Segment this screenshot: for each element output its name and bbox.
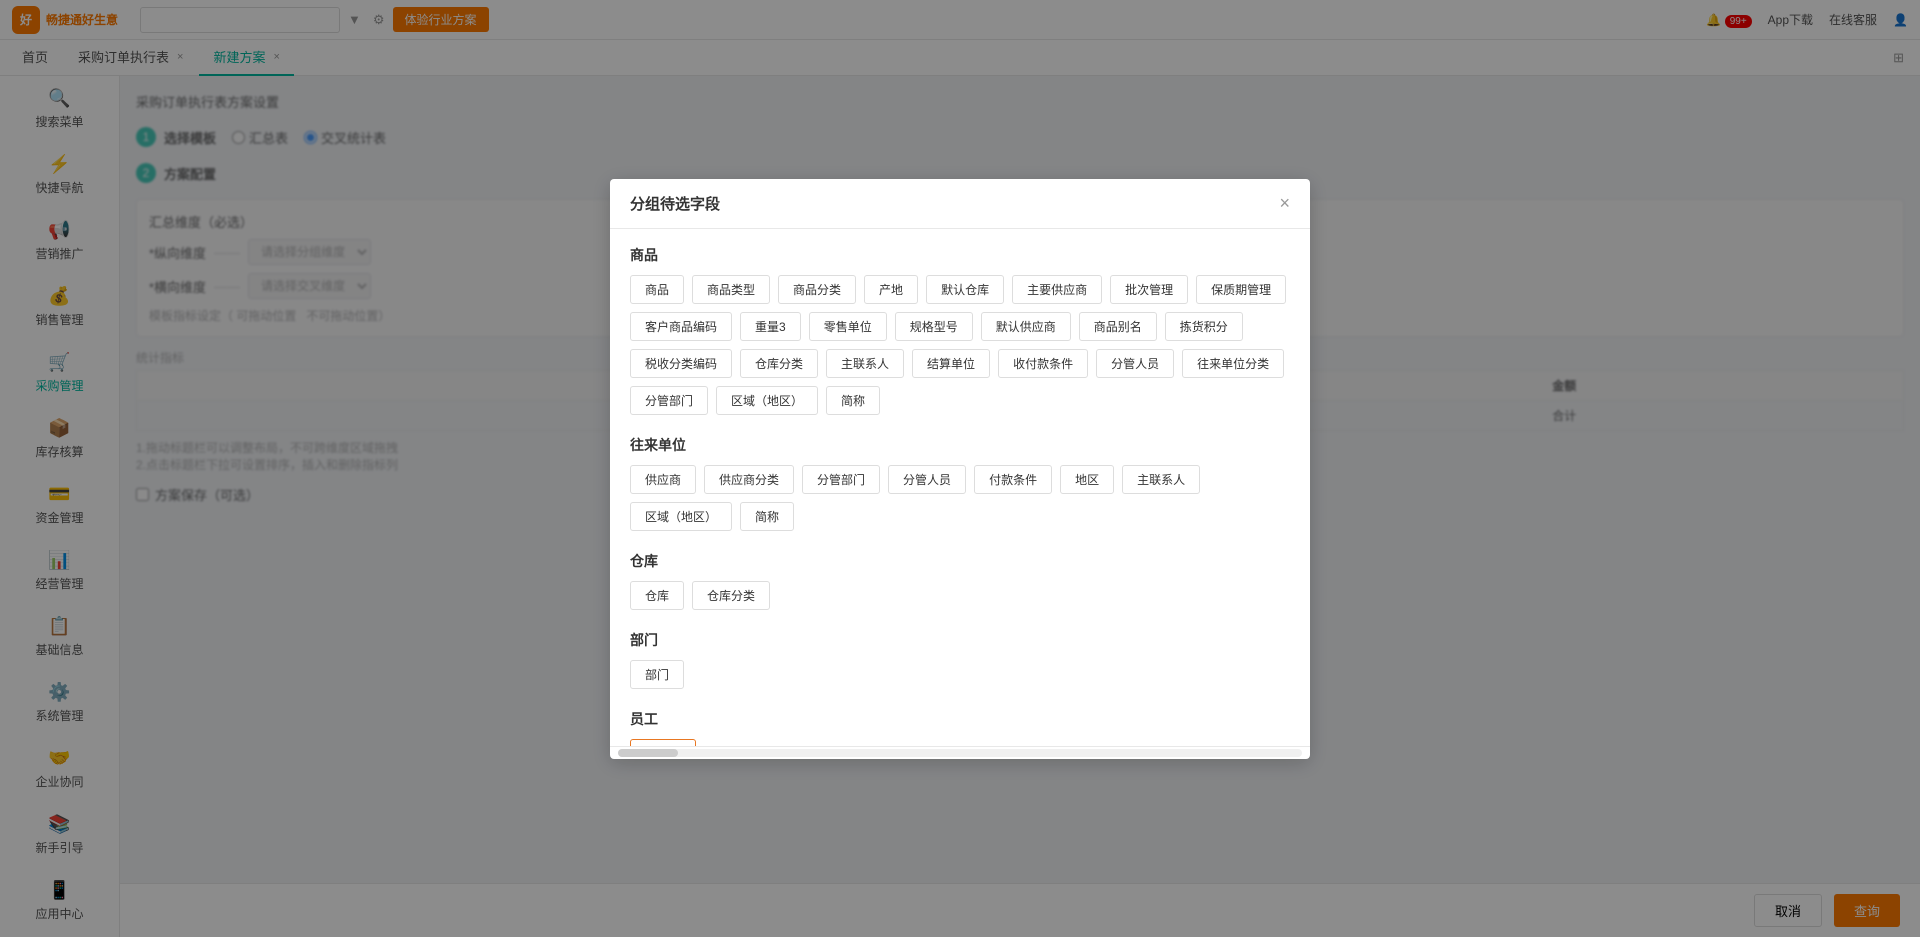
field-tag[interactable]: 付款条件 bbox=[974, 465, 1052, 494]
field-group-department: 部门 部门 bbox=[630, 630, 1290, 689]
field-tag[interactable]: 区域（地区） bbox=[716, 386, 818, 415]
field-tag[interactable]: 客户商品编码 bbox=[630, 312, 732, 341]
field-tags-warehouse: 仓库 仓库分类 bbox=[630, 581, 1290, 610]
field-tag[interactable]: 分管部门 bbox=[802, 465, 880, 494]
field-tag[interactable]: 结算单位 bbox=[912, 349, 990, 378]
field-tag[interactable]: 简称 bbox=[740, 502, 794, 531]
field-tag[interactable]: 产地 bbox=[864, 275, 918, 304]
modal: 分组待选字段 × 商品 商品 商品类型 商品分类 产地 默认仓库 主要供应商 批… bbox=[610, 179, 1310, 759]
field-group-product: 商品 商品 商品类型 商品分类 产地 默认仓库 主要供应商 批次管理 保质期管理… bbox=[630, 245, 1290, 415]
field-tag[interactable]: 业务员 bbox=[630, 739, 696, 747]
modal-header: 分组待选字段 × bbox=[610, 179, 1310, 229]
field-tag[interactable]: 简称 bbox=[826, 386, 880, 415]
field-tag[interactable]: 分管人员 bbox=[1096, 349, 1174, 378]
field-tag[interactable]: 重量3 bbox=[740, 312, 801, 341]
field-group-department-title: 部门 bbox=[630, 630, 1290, 650]
field-group-product-title: 商品 bbox=[630, 245, 1290, 265]
field-tag[interactable]: 零售单位 bbox=[809, 312, 887, 341]
field-group-employee-title: 员工 bbox=[630, 709, 1290, 729]
field-tags-product: 商品 商品类型 商品分类 产地 默认仓库 主要供应商 批次管理 保质期管理 客户… bbox=[630, 275, 1290, 415]
hscroll-thumb bbox=[618, 749, 678, 757]
field-tag[interactable]: 供应商分类 bbox=[704, 465, 794, 494]
field-tags-partner: 供应商 供应商分类 分管部门 分管人员 付款条件 地区 主联系人 区域（地区） … bbox=[630, 465, 1290, 531]
field-tags-department: 部门 bbox=[630, 660, 1290, 689]
field-tag[interactable]: 默认仓库 bbox=[926, 275, 1004, 304]
field-group-employee: 员工 业务员 bbox=[630, 709, 1290, 747]
field-tag[interactable]: 商品分类 bbox=[778, 275, 856, 304]
modal-body: 商品 商品 商品类型 商品分类 产地 默认仓库 主要供应商 批次管理 保质期管理… bbox=[610, 229, 1310, 747]
field-tag[interactable]: 收付款条件 bbox=[998, 349, 1088, 378]
field-tag[interactable]: 批次管理 bbox=[1110, 275, 1188, 304]
field-tag[interactable]: 仓库分类 bbox=[692, 581, 770, 610]
modal-close-btn[interactable]: × bbox=[1279, 194, 1290, 212]
field-tag[interactable]: 主联系人 bbox=[1122, 465, 1200, 494]
field-group-partner-title: 往来单位 bbox=[630, 435, 1290, 455]
field-group-warehouse-title: 仓库 bbox=[630, 551, 1290, 571]
field-tag[interactable]: 税收分类编码 bbox=[630, 349, 732, 378]
field-tag[interactable]: 仓库 bbox=[630, 581, 684, 610]
modal-title: 分组待选字段 bbox=[630, 193, 720, 214]
field-group-partner: 往来单位 供应商 供应商分类 分管部门 分管人员 付款条件 地区 主联系人 区域… bbox=[630, 435, 1290, 531]
modal-overlay: 分组待选字段 × 商品 商品 商品类型 商品分类 产地 默认仓库 主要供应商 批… bbox=[0, 0, 1920, 937]
field-tag[interactable]: 分管部门 bbox=[630, 386, 708, 415]
field-tag[interactable]: 默认供应商 bbox=[981, 312, 1071, 341]
hscroll-bar bbox=[618, 749, 1302, 757]
field-tag[interactable]: 商品 bbox=[630, 275, 684, 304]
field-tag[interactable]: 分管人员 bbox=[888, 465, 966, 494]
field-tag[interactable]: 供应商 bbox=[630, 465, 696, 494]
field-tag[interactable]: 商品别名 bbox=[1079, 312, 1157, 341]
field-group-warehouse: 仓库 仓库 仓库分类 bbox=[630, 551, 1290, 610]
field-tag[interactable]: 拣货积分 bbox=[1165, 312, 1243, 341]
field-tag[interactable]: 地区 bbox=[1060, 465, 1114, 494]
field-tag[interactable]: 商品类型 bbox=[692, 275, 770, 304]
field-tag[interactable]: 保质期管理 bbox=[1196, 275, 1286, 304]
field-tag[interactable]: 仓库分类 bbox=[740, 349, 818, 378]
field-tag[interactable]: 规格型号 bbox=[895, 312, 973, 341]
field-tag[interactable]: 往来单位分类 bbox=[1182, 349, 1284, 378]
field-tag[interactable]: 主联系人 bbox=[826, 349, 904, 378]
field-tag[interactable]: 区域（地区） bbox=[630, 502, 732, 531]
field-tag[interactable]: 主要供应商 bbox=[1012, 275, 1102, 304]
field-tags-employee: 业务员 bbox=[630, 739, 1290, 747]
modal-hscroll[interactable] bbox=[610, 746, 1310, 758]
field-tag[interactable]: 部门 bbox=[630, 660, 684, 689]
